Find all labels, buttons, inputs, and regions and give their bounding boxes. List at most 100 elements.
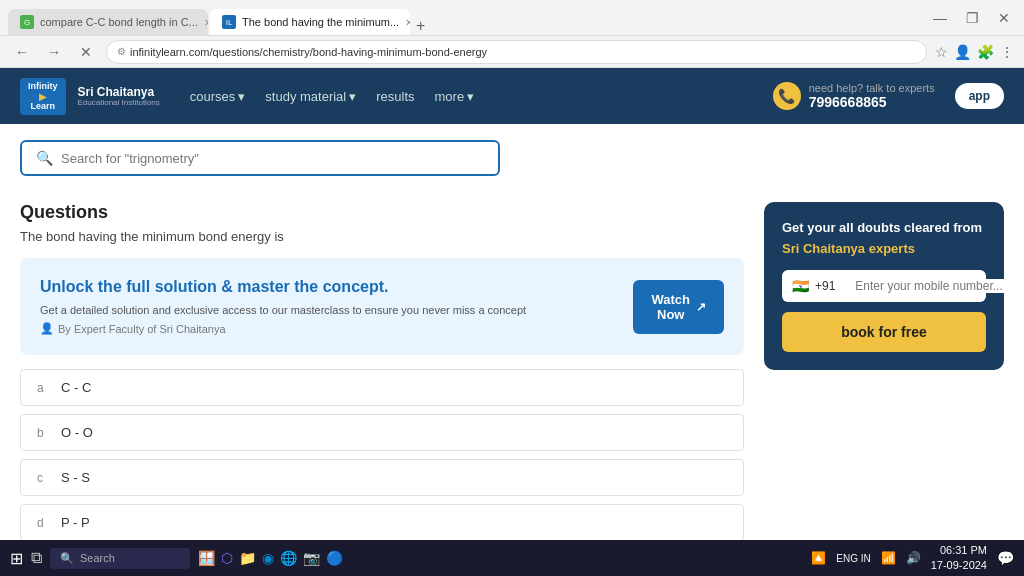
nav-courses[interactable]: courses ▾ — [190, 89, 246, 104]
task-view-icon[interactable]: ⧉ — [31, 549, 42, 567]
address-bar-container: ← → ✕ ⚙ infinitylearn.com/questions/chem… — [0, 36, 1024, 68]
tabs-container: G compare C-C bond length in C... ✕ IL T… — [8, 0, 429, 35]
browser-tab-1[interactable]: G compare C-C bond length in C... ✕ — [8, 9, 208, 35]
address-text: infinitylearn.com/questions/chemistry/bo… — [130, 46, 487, 58]
more-options-button[interactable]: ⋮ — [1000, 44, 1014, 60]
taskbar-time-text: 06:31 PM — [931, 543, 987, 558]
question-text: The bond having the minimum bond energy … — [20, 229, 744, 244]
nav-more[interactable]: more ▾ — [435, 89, 475, 104]
options-list: a C - C b O - O c S - S d P - P — [20, 369, 744, 541]
content-left: Questions The bond having the minimum bo… — [20, 202, 744, 576]
tab-2-favicon: IL — [222, 15, 236, 29]
taskbar: ⊞ ⧉ 🔍 Search 🪟 ⬡ 📁 ◉ 🌐 📷 🔵 🔼 ENG IN 📶 🔊 … — [0, 540, 1024, 576]
get-app-button[interactable]: app — [955, 83, 1004, 109]
courses-chevron: ▾ — [238, 89, 245, 104]
option-b-label: b — [37, 426, 51, 440]
start-button[interactable]: ⊞ — [10, 549, 23, 568]
doubts-card: Get your all doubts cleared from Sri Cha… — [764, 202, 1004, 370]
taskbar-camera-icon[interactable]: 📷 — [303, 550, 320, 566]
option-b[interactable]: b O - O — [20, 414, 744, 451]
more-chevron: ▾ — [467, 89, 474, 104]
taskbar-search[interactable]: 🔍 Search — [50, 548, 190, 569]
close-window-button[interactable]: ✕ — [992, 6, 1016, 30]
nav-study-material[interactable]: study material ▾ — [265, 89, 356, 104]
helpline-label: need help? talk to experts — [809, 82, 935, 94]
option-a[interactable]: a C - C — [20, 369, 744, 406]
sidebar: Get your all doubts cleared from Sri Cha… — [764, 202, 1004, 576]
site-logo[interactable]: Infinity ▶ Learn Sri Chaitanya Education… — [20, 78, 160, 115]
secure-icon: ⚙ — [117, 46, 126, 57]
option-d[interactable]: d P - P — [20, 504, 744, 541]
doubts-subtitle: Sri Chaitanya experts — [782, 241, 986, 256]
taskbar-files-icon[interactable]: 📁 — [239, 550, 256, 566]
taskbar-system-tray: 🔼 ENG IN 📶 🔊 06:31 PM 17-09-2024 💬 — [811, 543, 1014, 574]
watch-now-button[interactable]: Watch Now ↗ — [633, 280, 724, 334]
tab-2-label: The bond having the minimum... — [242, 16, 399, 28]
taskbar-edge-icon[interactable]: ◉ — [262, 550, 274, 566]
tab-2-close[interactable]: ✕ — [405, 17, 410, 28]
option-d-text: P - P — [61, 515, 90, 530]
tab-1-label: compare C-C bond length in C... — [40, 16, 198, 28]
option-d-label: d — [37, 516, 51, 530]
chaitanya-sub: Educational Institutions — [78, 98, 160, 107]
book-for-free-button[interactable]: book for free — [782, 312, 986, 352]
nav-links: courses ▾ study material ▾ results more … — [190, 89, 474, 104]
study-chevron: ▾ — [349, 89, 356, 104]
taskbar-clock[interactable]: 06:31 PM 17-09-2024 — [931, 543, 987, 574]
logo-text: Infinity — [28, 82, 58, 91]
reload-button[interactable]: ✕ — [74, 40, 98, 64]
watch-label: Watch — [651, 292, 690, 307]
helpline-number: 7996668865 — [809, 94, 935, 110]
option-c-label: c — [37, 471, 51, 485]
unlock-title: Unlock the full solution & master the co… — [40, 278, 526, 296]
new-tab-button[interactable]: + — [412, 17, 429, 35]
logo-text2: Learn — [30, 102, 55, 111]
doubts-title: Get your all doubts cleared from — [782, 220, 986, 237]
helpline-section: 📞 need help? talk to experts 7996668865 — [773, 82, 935, 110]
taskbar-teams-icon[interactable]: ⬡ — [221, 550, 233, 566]
up-arrow-icon[interactable]: 🔼 — [811, 551, 826, 565]
option-a-label: a — [37, 381, 51, 395]
taskbar-search-icon: 🔍 — [60, 552, 74, 565]
phone-number-input[interactable] — [855, 279, 1005, 293]
taskbar-search-label: Search — [80, 552, 115, 564]
unlock-author: 👤 By Expert Faculty of Sri Chaitanya — [40, 322, 526, 335]
browser-tab-2[interactable]: IL The bond having the minimum... ✕ — [210, 9, 410, 35]
search-section: 🔍 — [0, 124, 1024, 192]
main-content: Questions The bond having the minimum bo… — [0, 192, 1024, 576]
logo-arrow: ▶ — [39, 91, 47, 102]
profile-button[interactable]: 👤 — [954, 44, 971, 60]
wifi-icon[interactable]: 📶 — [881, 551, 896, 565]
forward-button[interactable]: → — [42, 40, 66, 64]
infinity-learn-logo: Infinity ▶ Learn — [20, 78, 66, 115]
option-c-text: S - S — [61, 470, 90, 485]
notification-icon[interactable]: 💬 — [997, 550, 1014, 566]
extensions-button[interactable]: 🧩 — [977, 44, 994, 60]
back-button[interactable]: ← — [10, 40, 34, 64]
option-b-text: O - O — [61, 425, 93, 440]
phone-code: +91 — [815, 279, 835, 293]
minimize-button[interactable]: — — [928, 6, 952, 30]
search-bar[interactable]: 🔍 — [20, 140, 500, 176]
phone-icon: 📞 — [773, 82, 801, 110]
tab-1-close[interactable]: ✕ — [204, 17, 208, 28]
unlock-content: Unlock the full solution & master the co… — [40, 278, 526, 335]
site-navbar: Infinity ▶ Learn Sri Chaitanya Education… — [0, 68, 1024, 124]
search-icon: 🔍 — [36, 150, 53, 166]
volume-icon[interactable]: 🔊 — [906, 551, 921, 565]
watch-arrow-icon: ↗ — [696, 300, 706, 314]
unlock-desc: Get a detailed solution and exclusive ac… — [40, 304, 526, 316]
phone-input-container[interactable]: 🇮🇳 +91 — [782, 270, 986, 302]
option-c[interactable]: c S - S — [20, 459, 744, 496]
bookmark-button[interactable]: ☆ — [935, 44, 948, 60]
language-icon: ENG IN — [836, 553, 870, 564]
address-bar[interactable]: ⚙ infinitylearn.com/questions/chemistry/… — [106, 40, 927, 64]
taskbar-windows-icon[interactable]: 🪟 — [198, 550, 215, 566]
search-input[interactable] — [61, 151, 484, 166]
restore-button[interactable]: ❐ — [960, 6, 984, 30]
nav-results[interactable]: results — [376, 89, 414, 104]
questions-title: Questions — [20, 202, 744, 223]
taskbar-chrome-icon[interactable]: 🌐 — [280, 550, 297, 566]
taskbar-chrome2-icon[interactable]: 🔵 — [326, 550, 343, 566]
tab-1-favicon: G — [20, 15, 34, 29]
